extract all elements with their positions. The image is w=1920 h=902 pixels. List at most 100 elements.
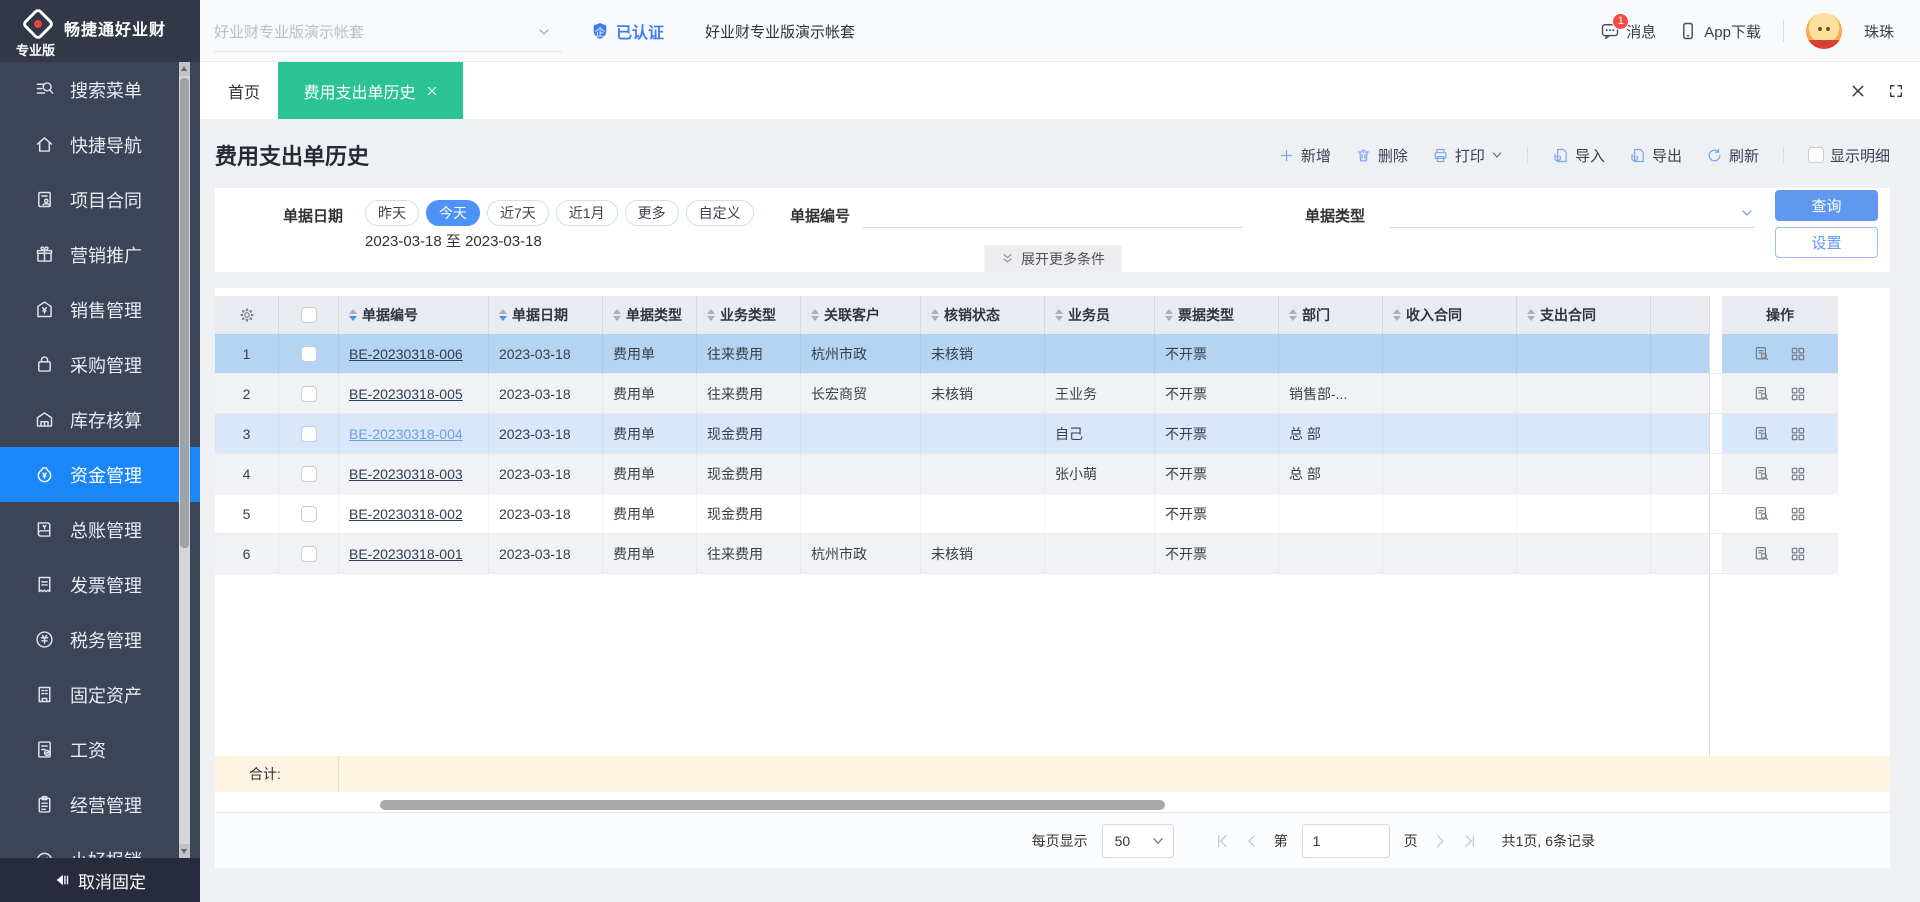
sort-caret-icon[interactable] bbox=[1165, 309, 1173, 321]
add-button[interactable]: 新增 bbox=[1278, 145, 1331, 166]
sort-caret-icon[interactable] bbox=[931, 309, 939, 321]
sort-caret-icon[interactable] bbox=[707, 309, 715, 321]
show-detail-toggle[interactable]: 显示明细 bbox=[1807, 145, 1890, 166]
search-button[interactable]: 查询 bbox=[1775, 190, 1878, 221]
header-bill-date[interactable]: 单据日期 bbox=[489, 296, 603, 334]
sidebar-item-ledger[interactable]: 总账管理 bbox=[0, 502, 200, 557]
header-ticket-type[interactable]: 票据类型 bbox=[1155, 296, 1279, 334]
sidebar-scrollbar[interactable] bbox=[179, 62, 190, 858]
row-checkbox[interactable] bbox=[300, 545, 317, 562]
horizontal-scrollbar[interactable] bbox=[215, 800, 1890, 810]
header-salesman[interactable]: 业务员 bbox=[1045, 296, 1155, 334]
sidebar-item-marketing[interactable]: 营销推广 bbox=[0, 227, 200, 282]
row-checkbox[interactable] bbox=[300, 465, 317, 482]
tab-home[interactable]: 首页 bbox=[228, 62, 260, 119]
sidebar-item-sales[interactable]: 销售管理 bbox=[0, 282, 200, 337]
table-row[interactable]: 3 BE-20230318-004 2023-03-18 费用单 现金费用 自己… bbox=[215, 414, 1890, 454]
pill-last1month[interactable]: 近1月 bbox=[555, 200, 618, 226]
row-checkbox[interactable] bbox=[300, 345, 317, 362]
fullscreen-icon[interactable] bbox=[1888, 83, 1904, 99]
sidebar-item-quick-nav[interactable]: 快捷导航 bbox=[0, 117, 200, 172]
last-page-button[interactable] bbox=[1462, 833, 1478, 849]
header-verify-status[interactable]: 核销状态 bbox=[921, 296, 1045, 334]
header-department[interactable]: 部门 bbox=[1279, 296, 1383, 334]
row-checkbox[interactable] bbox=[300, 385, 317, 402]
prev-page-button[interactable] bbox=[1244, 833, 1260, 849]
header-bill-no[interactable]: 单据编号 bbox=[339, 296, 489, 334]
hscroll-thumb[interactable] bbox=[380, 800, 1165, 810]
select-all-checkbox[interactable] bbox=[300, 307, 317, 323]
sidebar-item-reimburse[interactable]: 小好报销 bbox=[0, 832, 200, 858]
expand-more-conditions[interactable]: 展开更多条件 bbox=[984, 245, 1121, 272]
sidebar-item-fixed-assets[interactable]: 固定资产 bbox=[0, 667, 200, 722]
per-page-select[interactable]: 50 bbox=[1101, 823, 1174, 858]
pill-more[interactable]: 更多 bbox=[624, 200, 679, 226]
account-set-select[interactable]: 好业财专业版演示帐套 bbox=[214, 12, 562, 52]
bill-no-link[interactable]: BE-20230318-006 bbox=[349, 346, 463, 362]
bill-no-link[interactable]: BE-20230318-001 bbox=[349, 546, 463, 562]
row-checkbox[interactable] bbox=[300, 425, 317, 442]
user-avatar[interactable] bbox=[1805, 13, 1842, 49]
linked-query-icon[interactable] bbox=[1753, 505, 1771, 523]
linked-query-icon[interactable] bbox=[1753, 545, 1771, 563]
bill-no-link[interactable]: BE-20230318-004 bbox=[349, 426, 463, 442]
header-expense-contract[interactable]: 支出合同 bbox=[1517, 296, 1651, 334]
grid-actions-icon[interactable] bbox=[1789, 345, 1807, 363]
sort-caret-icon[interactable] bbox=[613, 309, 621, 321]
print-button[interactable]: 打印 bbox=[1432, 145, 1503, 166]
sort-caret-icon[interactable] bbox=[349, 309, 357, 321]
sort-caret-icon[interactable] bbox=[1289, 309, 1297, 321]
linked-query-icon[interactable] bbox=[1753, 425, 1771, 443]
pill-last7days[interactable]: 近7天 bbox=[487, 200, 549, 226]
header-bill-type[interactable]: 单据类型 bbox=[603, 296, 697, 334]
table-row[interactable]: 6 BE-20230318-001 2023-03-18 费用单 往来费用 杭州… bbox=[215, 534, 1890, 574]
app-download-button[interactable]: App下载 bbox=[1678, 21, 1761, 42]
sidebar-item-funds[interactable]: 资金管理 bbox=[0, 447, 200, 502]
import-button[interactable]: 导入 bbox=[1552, 145, 1605, 166]
unpin-sidebar-button[interactable]: 取消固定 bbox=[0, 858, 200, 902]
sidebar-item-tax[interactable]: 税务管理 bbox=[0, 612, 200, 667]
tab-close-icon[interactable] bbox=[426, 85, 438, 97]
sort-caret-icon[interactable] bbox=[1527, 309, 1535, 321]
linked-query-icon[interactable] bbox=[1753, 465, 1771, 483]
sidebar-item-search-menu[interactable]: 搜索菜单 bbox=[0, 62, 200, 117]
messages-button[interactable]: 消息 1 bbox=[1600, 12, 1656, 42]
table-row[interactable]: 4 BE-20230318-003 2023-03-18 费用单 现金费用 张小… bbox=[215, 454, 1890, 494]
sidebar-item-salary[interactable]: 工资 bbox=[0, 722, 200, 777]
settings-button[interactable]: 设置 bbox=[1775, 227, 1878, 258]
grid-actions-icon[interactable] bbox=[1789, 385, 1807, 403]
column-settings-button[interactable] bbox=[215, 296, 279, 334]
row-checkbox[interactable] bbox=[300, 505, 317, 522]
next-page-button[interactable] bbox=[1432, 833, 1448, 849]
user-name[interactable]: 珠珠 bbox=[1864, 21, 1894, 42]
close-all-icon[interactable] bbox=[1850, 83, 1866, 99]
bill-type-select[interactable] bbox=[1390, 198, 1755, 228]
sort-caret-icon[interactable] bbox=[499, 309, 507, 321]
sidebar-item-invoice[interactable]: 发票管理 bbox=[0, 557, 200, 612]
pill-custom[interactable]: 自定义 bbox=[685, 200, 754, 226]
scroll-down-icon[interactable] bbox=[179, 844, 190, 858]
grid-actions-icon[interactable] bbox=[1789, 425, 1807, 443]
page-number-input[interactable] bbox=[1301, 823, 1390, 858]
header-customer[interactable]: 关联客户 bbox=[801, 296, 921, 334]
sidebar-item-operations[interactable]: 经营管理 bbox=[0, 777, 200, 832]
sidebar-item-project-contract[interactable]: 项目合同 bbox=[0, 172, 200, 227]
bill-no-link[interactable]: BE-20230318-005 bbox=[349, 386, 463, 402]
tab-expense-history[interactable]: 费用支出单历史 bbox=[278, 62, 463, 119]
header-income-contract[interactable]: 收入合同 bbox=[1383, 296, 1517, 334]
sort-caret-icon[interactable] bbox=[1055, 309, 1063, 321]
scrollbar-thumb[interactable] bbox=[180, 78, 189, 548]
bill-no-input[interactable] bbox=[863, 204, 1243, 221]
header-biz-type[interactable]: 业务类型 bbox=[697, 296, 801, 334]
sort-caret-icon[interactable] bbox=[1393, 309, 1401, 321]
linked-query-icon[interactable] bbox=[1753, 385, 1771, 403]
refresh-button[interactable]: 刷新 bbox=[1706, 145, 1759, 166]
sort-caret-icon[interactable] bbox=[811, 309, 819, 321]
export-button[interactable]: 导出 bbox=[1629, 145, 1682, 166]
first-page-button[interactable] bbox=[1214, 833, 1230, 849]
pill-today[interactable]: 今天 bbox=[426, 200, 480, 226]
grid-actions-icon[interactable] bbox=[1789, 545, 1807, 563]
date-range-value[interactable]: 2023-03-18 至 2023-03-18 bbox=[365, 230, 542, 251]
table-row[interactable]: 2 BE-20230318-005 2023-03-18 费用单 往来费用 长宏… bbox=[215, 374, 1890, 414]
bill-type-input[interactable] bbox=[1390, 204, 1739, 221]
